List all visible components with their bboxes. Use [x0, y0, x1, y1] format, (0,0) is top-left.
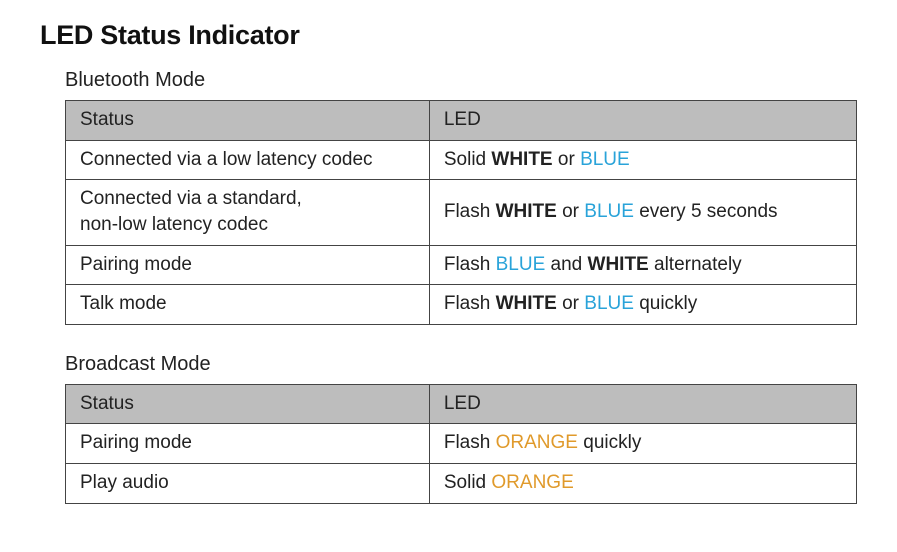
cell-status: Connected via a standard,non-low latency… — [66, 180, 430, 245]
cell-led: Flash WHITE or BLUE quickly — [429, 285, 856, 325]
cell-led: Solid ORANGE — [429, 464, 856, 504]
table-row: Connected via a standard,non-low latency… — [66, 180, 857, 245]
col-header-status: Status — [66, 384, 430, 424]
col-header-led: LED — [429, 101, 856, 141]
table-row: Pairing mode Flash ORANGE quickly — [66, 424, 857, 464]
page-title: LED Status Indicator — [40, 20, 857, 51]
cell-status: Connected via a low latency codec — [66, 140, 430, 180]
table-row: Pairing mode Flash BLUE and WHITE altern… — [66, 245, 857, 285]
col-header-status: Status — [66, 101, 430, 141]
table-row: Connected via a low latency codec Solid … — [66, 140, 857, 180]
table-broadcast-mode: Status LED Pairing mode Flash ORANGE qui… — [65, 384, 857, 504]
col-header-led: LED — [429, 384, 856, 424]
cell-led: Flash WHITE or BLUE every 5 seconds — [429, 180, 856, 245]
cell-status: Pairing mode — [66, 245, 430, 285]
table-row: Talk mode Flash WHITE or BLUE quickly — [66, 285, 857, 325]
table-header-row: Status LED — [66, 384, 857, 424]
cell-status: Talk mode — [66, 285, 430, 325]
cell-led: Flash BLUE and WHITE alternately — [429, 245, 856, 285]
cell-status: Pairing mode — [66, 424, 430, 464]
cell-led: Solid WHITE or BLUE — [429, 140, 856, 180]
cell-led: Flash ORANGE quickly — [429, 424, 856, 464]
table-header-row: Status LED — [66, 101, 857, 141]
table-bluetooth-mode: Status LED Connected via a low latency c… — [65, 100, 857, 325]
cell-status: Play audio — [66, 464, 430, 504]
section-label-bluetooth-mode: Bluetooth Mode — [65, 69, 857, 92]
section-label-broadcast-mode: Broadcast Mode — [65, 353, 857, 376]
table-row: Play audio Solid ORANGE — [66, 464, 857, 504]
